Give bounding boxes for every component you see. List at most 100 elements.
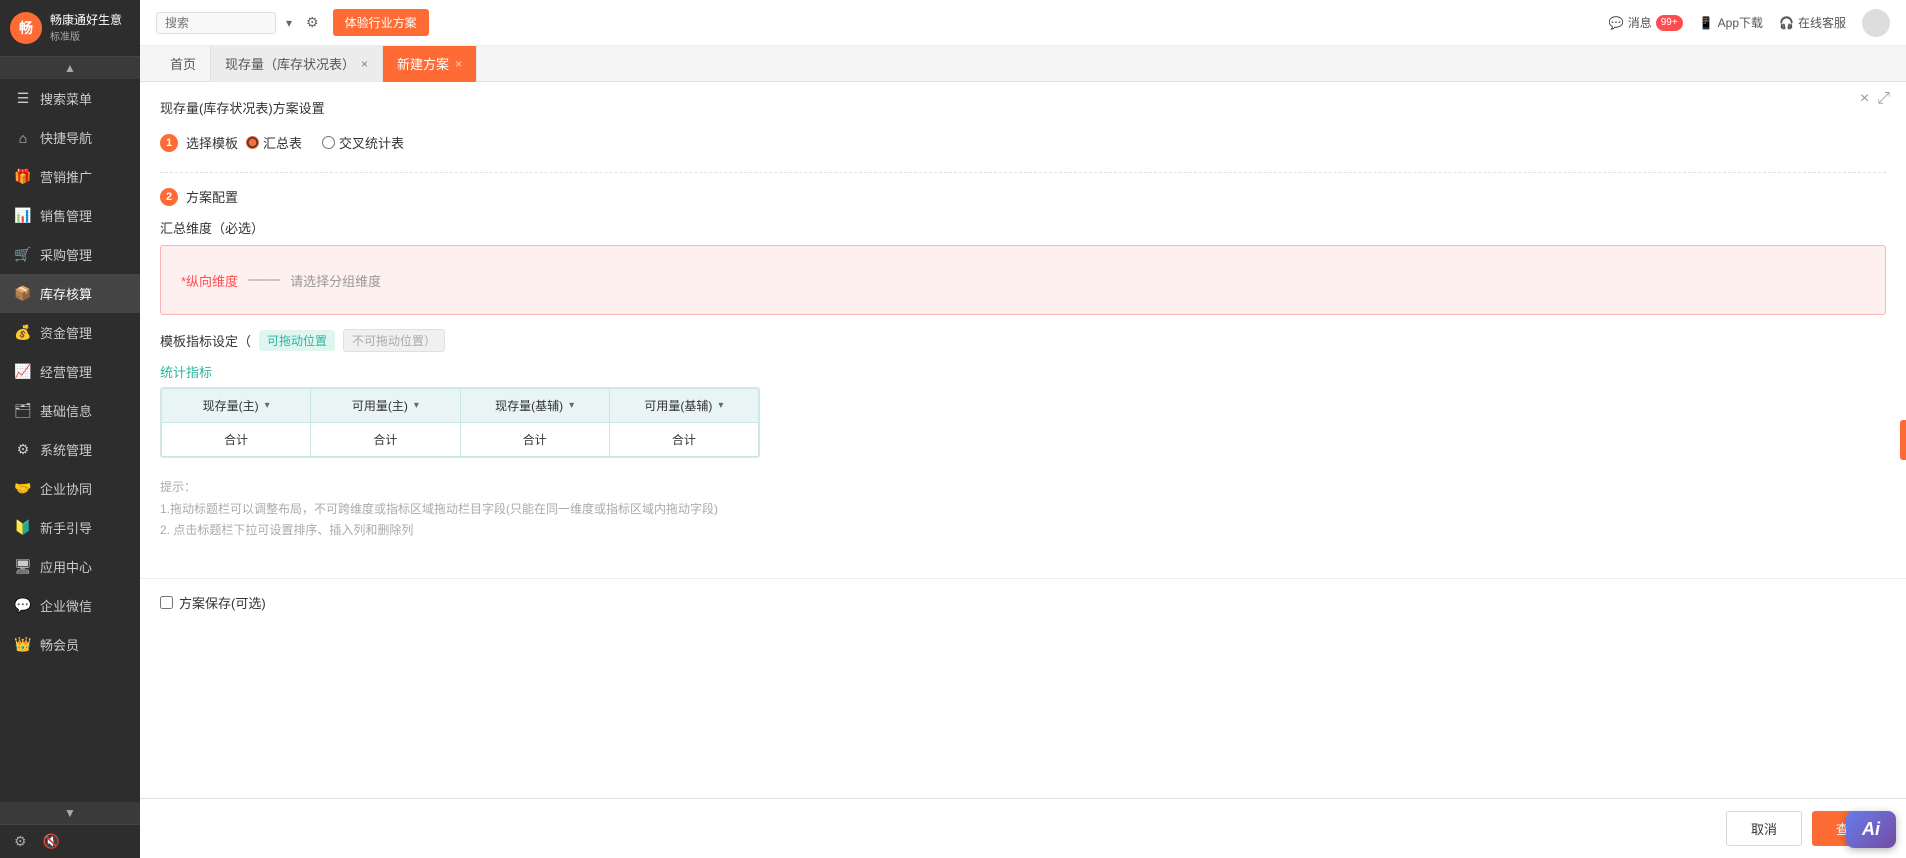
main-area: ▾ ⚙ 体验行业方案 💬 消息 99+ 📱 App下载 🎧 在线客服 首页 xyxy=(140,0,1906,858)
topbar: ▾ ⚙ 体验行业方案 💬 消息 99+ 📱 App下载 🎧 在线客服 xyxy=(140,0,1906,46)
draggable-badge: 可拖动位置 xyxy=(259,330,335,351)
sidebar-item-wechat[interactable]: 💬 企业微信 xyxy=(0,586,140,625)
col-header-1[interactable]: 现存量(主) ▾ xyxy=(162,389,311,423)
table-row: 合计 合计 合计 合计 xyxy=(162,423,759,457)
finance-icon: 💰 xyxy=(14,324,32,342)
cell-1-2: 合计 xyxy=(311,423,460,457)
sidebar-item-wechat-label: 企业微信 xyxy=(40,596,92,615)
radio-summary[interactable] xyxy=(246,136,259,149)
tab-new-scheme[interactable]: 新建方案 × xyxy=(383,46,477,82)
step2-header: 2 方案配置 xyxy=(160,187,1886,206)
page-title: 现存量(库存状况表)方案设置 xyxy=(160,98,1886,117)
basic-info-icon: 🗂 xyxy=(14,402,32,420)
newbie-icon: 🔰 xyxy=(14,519,32,537)
inventory-icon: 📦 xyxy=(14,285,32,303)
tab-home[interactable]: 首页 xyxy=(156,46,211,82)
tip-2-text: 2. 点击标题栏下拉可设置排序、插入列和删除列 xyxy=(160,523,413,537)
step1-section: 1 选择模板 汇总表 交叉统计表 xyxy=(160,133,1886,152)
sidebar-item-quick-nav[interactable]: ⌂ 快捷导航 xyxy=(0,118,140,157)
ai-button[interactable]: Ai xyxy=(1846,811,1896,848)
search-menu-icon: ☰ xyxy=(14,90,32,108)
save-scheme-checkbox[interactable] xyxy=(160,596,173,609)
template-radio-group: 汇总表 交叉统计表 xyxy=(246,133,404,152)
step1-badge: 1 xyxy=(160,134,178,152)
purchase-icon: 🛒 xyxy=(14,246,32,264)
sidebar-item-sales[interactable]: 📊 销售管理 xyxy=(0,196,140,235)
non-draggable-badge: 不可拖动位置） xyxy=(343,329,445,352)
col-header-3[interactable]: 现存量(基辅) ▾ xyxy=(460,389,609,423)
settings-icon[interactable]: ⚙ xyxy=(14,833,27,850)
sidebar-item-newbie[interactable]: 🔰 新手引导 xyxy=(0,508,140,547)
sidebar-item-inventory-label: 库存核算 xyxy=(40,284,92,303)
sidebar-item-search[interactable]: ☰ 搜索菜单 xyxy=(0,79,140,118)
sidebar-item-system-label: 系统管理 xyxy=(40,440,92,459)
stats-table-container: 统计指标 现存量(主) ▾ xyxy=(160,362,1886,461)
sidebar-item-member[interactable]: 👑 畅会员 xyxy=(0,625,140,664)
messages-item[interactable]: 💬 消息 99+ xyxy=(1609,14,1683,31)
right-handle[interactable] xyxy=(1900,420,1906,460)
industry-plan-button[interactable]: 体验行业方案 xyxy=(333,9,429,36)
cell-1-4: 合计 xyxy=(609,423,758,457)
indicator-label: 模板指标设定（ 可拖动位置 不可拖动位置） xyxy=(160,329,1886,352)
sidebar-item-member-label: 畅会员 xyxy=(40,635,79,654)
tab-new-scheme-close[interactable]: × xyxy=(455,57,462,71)
online-service-item[interactable]: 🎧 在线客服 xyxy=(1779,14,1846,31)
tab-inventory-status-label: 现存量（库存状况表） xyxy=(225,54,355,73)
sidebar-item-sales-label: 销售管理 xyxy=(40,206,92,225)
enterprise-icon: 🤝 xyxy=(14,480,32,498)
cancel-button[interactable]: 取消 xyxy=(1726,811,1802,846)
sidebar-item-system[interactable]: ⚙ 系统管理 xyxy=(0,430,140,469)
topbar-search-area xyxy=(156,12,276,34)
sidebar-item-finance[interactable]: 💰 资金管理 xyxy=(0,313,140,352)
speaker-icon[interactable]: 🔇 xyxy=(43,833,60,850)
step1-header: 1 选择模板 汇总表 交叉统计表 xyxy=(160,133,1886,152)
logo-icon: 畅 xyxy=(10,12,42,44)
topbar-dropdown[interactable]: ▾ xyxy=(286,16,292,30)
col-4-chevron[interactable]: ▾ xyxy=(718,400,723,411)
tab-inventory-status-close[interactable]: × xyxy=(361,57,368,71)
sidebar-item-marketing[interactable]: 🎁 营销推广 xyxy=(0,157,140,196)
sidebar-item-purchase[interactable]: 🛒 采购管理 xyxy=(0,235,140,274)
sales-icon: 📊 xyxy=(14,207,32,225)
marketing-icon: 🎁 xyxy=(14,168,32,186)
sidebar-item-finance-label: 资金管理 xyxy=(40,323,92,342)
messages-badge: 99+ xyxy=(1656,15,1683,31)
save-scheme-label[interactable]: 方案保存(可选) xyxy=(160,593,266,612)
col-header-2[interactable]: 可用量(主) ▾ xyxy=(311,389,460,423)
col-3-chevron[interactable]: ▾ xyxy=(569,400,574,411)
topbar-gear-icon[interactable]: ⚙ xyxy=(306,14,319,31)
sidebar-item-marketing-label: 营销推广 xyxy=(40,167,92,186)
radio-summary-label[interactable]: 汇总表 xyxy=(246,133,302,152)
panel-expand-button[interactable]: ⤢ xyxy=(1877,90,1890,108)
search-input[interactable] xyxy=(156,12,276,34)
messages-icon: 💬 xyxy=(1609,16,1624,30)
sidebar-item-enterprise[interactable]: 🤝 企业协同 xyxy=(0,469,140,508)
tips-section: 提示： 1.拖动标题栏可以调整布局，不可跨维度或指标区域拖动栏目字段(只能在同一… xyxy=(160,477,1886,542)
tip-1: 1.拖动标题栏可以调整布局，不可跨维度或指标区域拖动栏目字段(只能在同一维度或指… xyxy=(160,499,1886,521)
sidebar-item-operations[interactable]: 📈 经营管理 xyxy=(0,352,140,391)
col-header-4[interactable]: 可用量(基辅) ▾ xyxy=(609,389,758,423)
user-avatar[interactable] xyxy=(1862,9,1890,37)
tips-title: 提示： xyxy=(160,480,196,494)
sidebar-scroll-down[interactable]: ▼ xyxy=(0,802,140,824)
panel-close-button[interactable]: × xyxy=(1860,90,1869,108)
wechat-icon: 💬 xyxy=(14,597,32,615)
col-1-chevron[interactable]: ▾ xyxy=(265,400,270,411)
col-2-chevron[interactable]: ▾ xyxy=(414,400,419,411)
sidebar-item-purchase-label: 采购管理 xyxy=(40,245,92,264)
radio-cross[interactable] xyxy=(322,136,335,149)
radio-cross-label[interactable]: 交叉统计表 xyxy=(322,133,404,152)
sidebar-item-app-center[interactable]: 🖥 应用中心 xyxy=(0,547,140,586)
sidebar-item-basic-info[interactable]: 🗂 基础信息 xyxy=(0,391,140,430)
page-content: 现存量(库存状况表)方案设置 1 选择模板 汇总表 交叉统计表 xyxy=(140,82,1906,578)
tab-inventory-status[interactable]: 现存量（库存状况表） × xyxy=(211,46,383,82)
sidebar-item-newbie-label: 新手引导 xyxy=(40,518,92,537)
col-header-2-label: 可用量(主) xyxy=(352,397,408,414)
app-download-item[interactable]: 📱 App下载 xyxy=(1699,14,1763,31)
stats-table: 现存量(主) ▾ 可用量(主) ▾ xyxy=(161,388,759,457)
radio-summary-text: 汇总表 xyxy=(263,133,302,152)
headset-icon: 🎧 xyxy=(1779,16,1794,30)
sidebar-item-inventory[interactable]: 📦 库存核算 xyxy=(0,274,140,313)
vertical-dimension-required: *纵向维度 xyxy=(181,271,238,290)
sidebar-scroll-up[interactable]: ▲ xyxy=(0,57,140,79)
